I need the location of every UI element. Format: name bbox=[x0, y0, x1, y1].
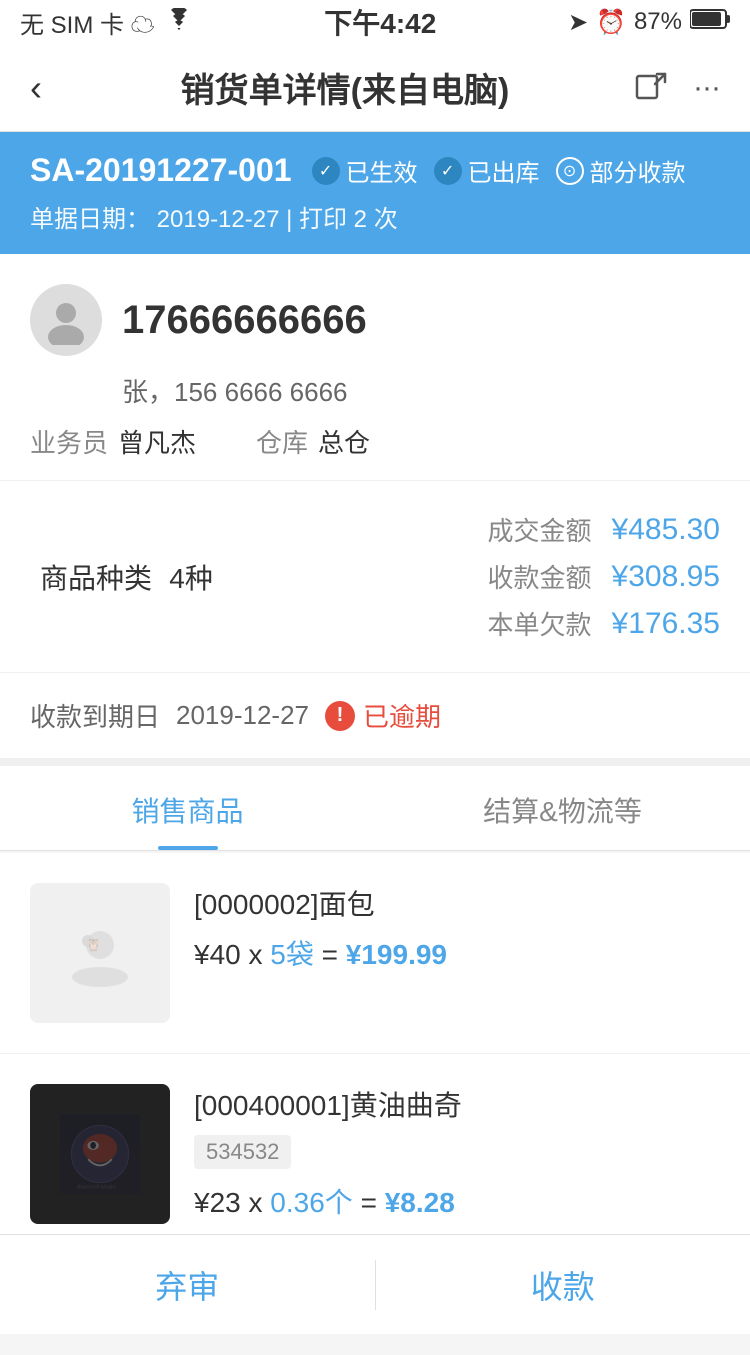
customer-section: 17666666666 张，156 6666 6666 业务员 曾凡杰 仓库 总… bbox=[0, 254, 750, 481]
products-section: 🦉 [0000002]面包 ¥40 x 5袋 = ¥199.99 dia bbox=[0, 853, 750, 1255]
badge-partial-payment: ⊙ 部分收款 bbox=[556, 153, 686, 188]
svg-text:🦉: 🦉 bbox=[86, 938, 101, 952]
status-right: ➤ ⏰ 87% bbox=[568, 8, 730, 37]
status-bar: 无 SIM 卡 ☁ 下午4:42 ➤ ⏰ 87% bbox=[0, 0, 750, 44]
product-price-2: ¥23 x 0.36个 = ¥8.28 bbox=[194, 1181, 720, 1221]
due-section: 收款到期日 2019-12-27 ! 已逾期 bbox=[0, 673, 750, 766]
back-button[interactable]: ‹ bbox=[30, 67, 90, 109]
product-image-1: 🦉 bbox=[30, 883, 170, 1023]
status-badges: ✓ 已生效 ✓ 已出库 ⊙ 部分收款 bbox=[312, 153, 686, 188]
status-left: 无 SIM 卡 ☁ bbox=[20, 5, 193, 40]
received-amount: 收款金额 ¥308.95 bbox=[488, 558, 720, 595]
due-date-label: 收款到期日 bbox=[30, 697, 160, 734]
tabs-section: 销售商品 结算&物流等 bbox=[0, 766, 750, 851]
status-time: 下午4:42 bbox=[324, 2, 436, 42]
confirm-button[interactable]: 收款 bbox=[376, 1242, 750, 1328]
product-type-summary: 商品种类 4种 bbox=[30, 557, 213, 597]
order-header: SA-20191227-001 ✓ 已生效 ✓ 已出库 ⊙ 部分收款 单据日期：… bbox=[0, 132, 750, 254]
product-item: 🦉 [0000002]面包 ¥40 x 5袋 = ¥199.99 bbox=[0, 853, 750, 1054]
customer-name: 17666666666 bbox=[122, 298, 367, 343]
due-date-value: 2019-12-27 bbox=[176, 700, 309, 731]
alarm-icon: ⏰ bbox=[596, 8, 626, 37]
product-details-1: [0000002]面包 ¥40 x 5袋 = ¥199.99 bbox=[194, 883, 720, 973]
salesperson-meta: 业务员 曾凡杰 bbox=[30, 423, 196, 460]
product-details-2: [000400001]黄油曲奇 534532 ¥23 x 0.36个 = ¥8.… bbox=[194, 1084, 720, 1221]
customer-sub: 张，156 6666 6666 bbox=[30, 372, 720, 409]
tab-sales-products[interactable]: 销售商品 bbox=[0, 766, 375, 850]
overdue-text: 已逾期 bbox=[363, 697, 441, 734]
product-qty-1: 5袋 bbox=[270, 939, 314, 970]
check-effective-icon: ✓ bbox=[312, 157, 340, 185]
battery-icon bbox=[690, 8, 730, 37]
nav-actions: ··· bbox=[600, 66, 720, 109]
deal-amount: 成交金额 ¥485.30 bbox=[488, 511, 720, 548]
product-name-1: [0000002]面包 bbox=[194, 883, 720, 923]
product-base-price-2: ¥23 bbox=[194, 1187, 241, 1218]
overdue-icon: ! bbox=[325, 701, 355, 731]
nav-bar: ‹ 销货单详情(来自电脑) ··· bbox=[0, 44, 750, 132]
product-total-2: ¥8.28 bbox=[385, 1187, 455, 1218]
product-image-2: diamond whale bbox=[30, 1084, 170, 1224]
customer-info: 17666666666 bbox=[30, 284, 720, 356]
page-title: 销货单详情(来自电脑) bbox=[90, 63, 600, 112]
product-name-2: [000400001]黄油曲奇 bbox=[194, 1084, 720, 1124]
product-price-1: ¥40 x 5袋 = ¥199.99 bbox=[194, 933, 720, 973]
battery-text: 87% bbox=[634, 8, 682, 36]
product-base-price-1: ¥40 bbox=[194, 939, 241, 970]
tab-settlement[interactable]: 结算&物流等 bbox=[375, 766, 750, 850]
customer-meta: 业务员 曾凡杰 仓库 总仓 bbox=[30, 423, 720, 460]
clock-icon: ⊙ bbox=[556, 157, 584, 185]
sim-status: 无 SIM 卡 ☁ bbox=[20, 5, 155, 40]
more-icon[interactable]: ··· bbox=[693, 71, 720, 105]
product-item-2: diamond whale [000400001]黄油曲奇 534532 ¥23… bbox=[0, 1054, 750, 1255]
check-shipped-icon: ✓ bbox=[434, 157, 462, 185]
svg-text:diamond whale: diamond whale bbox=[77, 1184, 115, 1190]
product-total-1: ¥199.99 bbox=[346, 939, 447, 970]
overdue-badge: ! 已逾期 bbox=[325, 697, 441, 734]
debt-amount: 本单欠款 ¥176.35 bbox=[488, 605, 720, 642]
order-date: 单据日期： 2019-12-27 | 打印 2 次 bbox=[30, 199, 720, 234]
wifi-icon bbox=[165, 8, 193, 37]
share-icon[interactable] bbox=[635, 66, 669, 109]
product-batch-2: 534532 bbox=[194, 1135, 291, 1169]
location-icon: ➤ bbox=[568, 8, 588, 37]
cancel-button[interactable]: 弃审 bbox=[0, 1242, 375, 1328]
product-qty-2: 0.36个 bbox=[270, 1187, 353, 1218]
amount-summary: 成交金额 ¥485.30 收款金额 ¥308.95 本单欠款 ¥176.35 bbox=[488, 511, 720, 642]
badge-shipped: ✓ 已出库 bbox=[434, 153, 540, 188]
order-id: SA-20191227-001 bbox=[30, 152, 292, 189]
bottom-bar: 弃审 收款 bbox=[0, 1234, 750, 1334]
badge-effective: ✓ 已生效 bbox=[312, 153, 418, 188]
avatar bbox=[30, 284, 102, 356]
summary-section: 商品种类 4种 成交金额 ¥485.30 收款金额 ¥308.95 本单欠款 ¥… bbox=[0, 481, 750, 673]
warehouse-meta: 仓库 总仓 bbox=[256, 423, 370, 460]
